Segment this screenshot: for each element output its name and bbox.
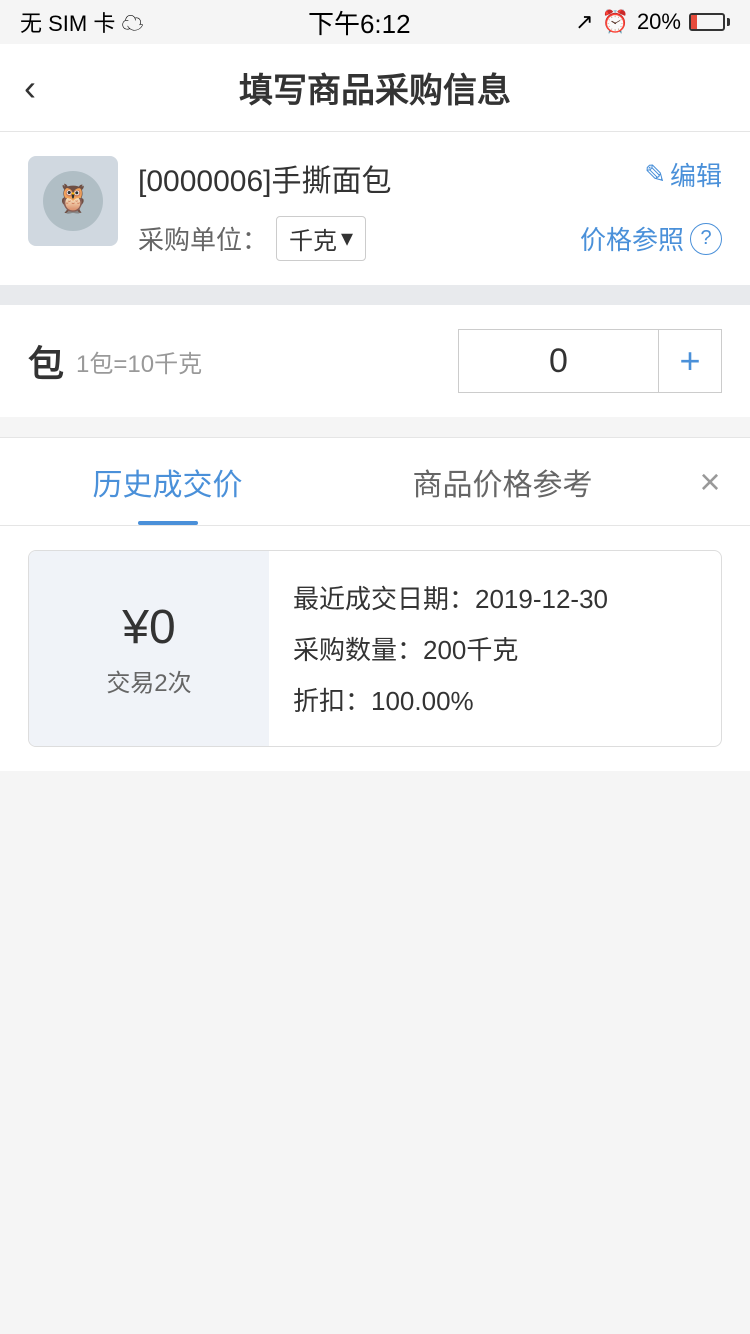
quantity-label: 包 1包=10千克 [28,335,202,387]
purchase-qty-value: 200千克 [423,635,518,665]
sim-label: 无 SIM 卡 ☁ [20,6,143,38]
nav-bar: ‹ 填写商品采购信息 [0,44,750,132]
edit-icon: ✎ [644,159,666,190]
battery-percent: 20% [637,9,681,35]
edit-label: 编辑 [670,156,722,193]
product-info: [0000006]手撕面包 ✎ 编辑 采购单位： 千克 ▾ 价格参照 ? [138,156,722,261]
product-top-row: [0000006]手撕面包 ✎ 编辑 [138,156,722,200]
unit-left: 采购单位： 千克 ▾ [138,216,366,261]
status-time: 下午6:12 [308,4,411,41]
tab-history-price[interactable]: 历史成交价 [0,438,335,525]
price-card: ¥0 交易2次 最近成交日期：2019-12-30 采购数量：200千克 折扣：… [28,550,722,747]
dropdown-arrow-icon: ▾ [341,224,353,253]
price-card-left: ¥0 交易2次 [29,551,269,746]
unit-value: 千克 [289,221,337,256]
tab-close-button[interactable]: × [670,438,750,525]
status-left: 无 SIM 卡 ☁ [20,6,143,38]
location-icon: ↗ [575,9,593,35]
price-ref-label: 价格参照 [580,220,684,257]
product-thumbnail: 🦉 [28,156,118,246]
tab-section: 历史成交价 商品价格参考 × ¥0 交易2次 最近成交日期：2019-12-30 [0,437,750,771]
tx-count: 交易2次 [106,663,191,698]
question-icon: ? [690,223,722,255]
purchase-qty-label: 采购数量： [293,635,423,665]
recent-date-value: 2019-12-30 [475,584,608,614]
product-thumb-icon: 🦉 [38,166,108,236]
alarm-icon: ⏰ [602,9,629,35]
edit-button[interactable]: ✎ 编辑 [644,156,722,193]
unit-dropdown[interactable]: 千克 ▾ [276,216,366,261]
purchase-qty-line: 采购数量：200千克 [293,630,697,667]
battery-indicator [689,13,730,31]
svg-text:🦉: 🦉 [56,183,91,215]
product-unit-row: 采购单位： 千克 ▾ 价格参照 ? [138,216,722,261]
back-button[interactable]: ‹ [24,67,36,109]
status-bar: 无 SIM 卡 ☁ 下午6:12 ↗ ⏰ 20% [0,0,750,44]
product-name: [0000006]手撕面包 [138,156,391,200]
tab-content: ¥0 交易2次 最近成交日期：2019-12-30 采购数量：200千克 折扣：… [0,526,750,771]
status-right: ↗ ⏰ 20% [575,9,730,35]
discount-value: 100.00% [371,686,474,716]
tab-price-ref[interactable]: 商品价格参考 [335,438,670,525]
price-card-right: 最近成交日期：2019-12-30 采购数量：200千克 折扣：100.00% [269,551,721,746]
quantity-input[interactable] [458,329,658,393]
pkg-label: 包 [28,335,64,387]
price-value: 0 [149,601,176,654]
price-ref-button[interactable]: 价格参照 ? [580,220,722,257]
tab-history-label: 历史成交价 [93,460,243,504]
recent-date-line: 最近成交日期：2019-12-30 [293,579,697,616]
quantity-section: 包 1包=10千克 + [0,305,750,417]
unit-label: 采购单位： [138,220,268,257]
tab-bar: 历史成交价 商品价格参考 × [0,438,750,526]
pkg-sub: 1包=10千克 [76,344,202,379]
main-content: 历史成交价 商品价格参考 × ¥0 交易2次 最近成交日期：2019-12-30 [0,437,750,1137]
recent-date-label: 最近成交日期： [293,584,475,614]
tab-price-ref-label: 商品价格参考 [413,460,593,504]
discount-label: 折扣： [293,686,371,716]
price-display: ¥0 [122,600,175,655]
discount-line: 折扣：100.00% [293,681,697,718]
plus-button[interactable]: + [658,329,722,393]
page-title: 填写商品采购信息 [239,63,511,112]
product-section: 🦉 [0000006]手撕面包 ✎ 编辑 采购单位： 千克 ▾ 价格参照 ? [0,132,750,285]
section-divider [0,285,750,305]
quantity-controls: + [458,329,722,393]
currency-symbol: ¥ [122,601,149,654]
